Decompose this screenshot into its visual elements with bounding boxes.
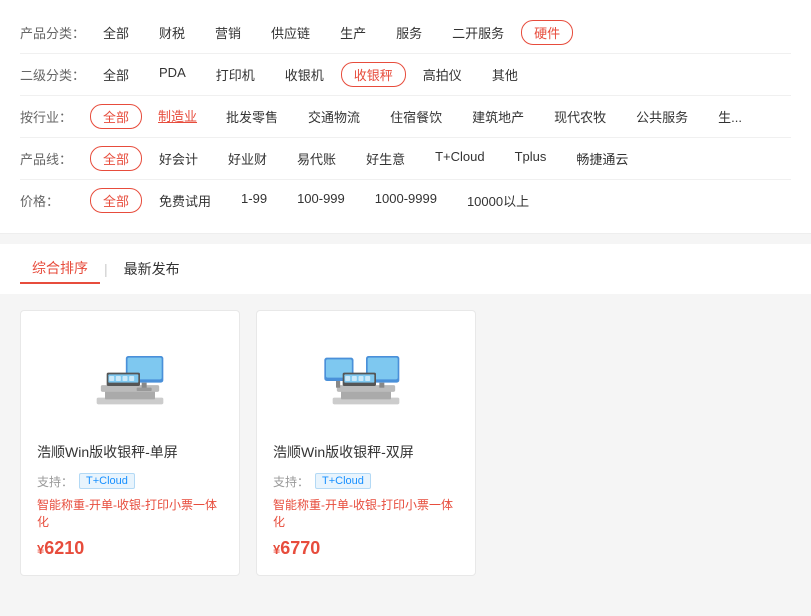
sub-printer[interactable]: 打印机 [203,62,268,87]
industry-agriculture[interactable]: 现代农牧 [541,104,619,129]
sort-comprehensive[interactable]: 综合排序 [20,254,100,284]
industry-transport[interactable]: 交通物流 [295,104,373,129]
product-price-1: ¥6210 [37,538,223,559]
industry-public[interactable]: 公共服务 [623,104,701,129]
support-badge-1: T+Cloud [79,473,135,489]
cat-production[interactable]: 生产 [327,20,379,45]
cat-tax[interactable]: 财税 [146,20,198,45]
price-items: 全部 免费试用 1-99 100-999 1000-9999 10000以上 [90,188,791,213]
cat-marketing[interactable]: 营销 [202,20,254,45]
product-svg-2 [316,336,416,426]
sub-category-row: 二级分类： 全部 PDA 打印机 收银机 收银秤 高拍仪 其他 [20,54,791,96]
product-price-2: ¥6770 [273,538,459,559]
amount-2: 6770 [280,538,320,558]
product-line-row: 产品线： 全部 好会计 好业财 易代账 好生意 T+Cloud Tplus 畅捷… [20,138,791,180]
sub-category-items: 全部 PDA 打印机 收银机 收银秤 高拍仪 其他 [90,62,791,87]
price-100-999[interactable]: 100-999 [284,188,358,213]
product-title-2: 浩顺Win版收银秤-双屏 [273,443,459,463]
sub-other[interactable]: 其他 [479,62,531,87]
cat-all[interactable]: 全部 [90,20,142,45]
line-all[interactable]: 全部 [90,146,142,171]
product-category-label: 产品分类： [20,23,90,42]
support-label-2: 支持： [273,473,309,490]
industry-all[interactable]: 全部 [90,104,142,129]
price-label: 价格： [20,191,90,210]
price-all[interactable]: 全部 [90,188,142,213]
price-10000-plus[interactable]: 10000以上 [454,188,542,213]
price-1-99[interactable]: 1-99 [228,188,280,213]
industry-construction[interactable]: 建筑地产 [459,104,537,129]
sub-cashier[interactable]: 收银机 [272,62,337,87]
line-tplus[interactable]: Tplus [502,146,560,171]
support-label-1: 支持： [37,473,73,490]
industry-items: 全部 制造业 批发零售 交通物流 住宿餐饮 建筑地产 现代农牧 公共服务 生..… [90,104,791,129]
sort-latest[interactable]: 最新发布 [112,255,192,283]
cat-supply[interactable]: 供应链 [258,20,323,45]
product-desc-1: 智能称重-开单-收银-打印小票一体化 [37,496,223,530]
product-image-2 [273,331,459,431]
cat-secondary[interactable]: 二开服务 [439,20,517,45]
product-card-1[interactable]: 浩顺Win版收银秤-单屏 支持： T+Cloud 智能称重-开单-收银-打印小票… [20,310,240,576]
industry-more[interactable]: 生... [705,104,755,129]
sub-pda[interactable]: PDA [146,62,199,87]
sub-category-label: 二级分类： [20,65,90,84]
product-support-1: 支持： T+Cloud [37,473,223,490]
line-bookkeeping[interactable]: 易代账 [284,146,349,171]
support-badge-2: T+Cloud [315,473,371,489]
product-desc-2: 智能称重-开单-收银-打印小票一体化 [273,496,459,530]
line-accounting[interactable]: 好会计 [146,146,211,171]
product-title-1: 浩顺Win版收银秤-单屏 [37,443,223,463]
product-support-2: 支持： T+Cloud [273,473,459,490]
product-image-1 [37,331,223,431]
cat-hardware[interactable]: 硬件 [521,20,573,45]
price-free[interactable]: 免费试用 [146,188,224,213]
filter-section: 产品分类： 全部 财税 营销 供应链 生产 服务 二开服务 硬件 二级分类： 全… [0,0,811,234]
sub-all[interactable]: 全部 [90,62,142,87]
sub-scanner[interactable]: 高拍仪 [410,62,475,87]
industry-row: 按行业： 全部 制造业 批发零售 交通物流 住宿餐饮 建筑地产 现代农牧 公共服… [20,96,791,138]
line-changjie[interactable]: 畅捷通云 [563,146,641,171]
industry-label: 按行业： [20,107,90,126]
industry-wholesale[interactable]: 批发零售 [213,104,291,129]
product-line-items: 全部 好会计 好业财 易代账 好生意 T+Cloud Tplus 畅捷通云 [90,146,791,171]
industry-manufacturing[interactable]: 制造业 [146,104,209,129]
sort-divider: | [100,261,112,277]
price-row: 价格： 全部 免费试用 1-99 100-999 1000-9999 10000… [20,180,791,221]
price-1000-9999[interactable]: 1000-9999 [362,188,450,213]
products-grid: 浩顺Win版收银秤-单屏 支持： T+Cloud 智能称重-开单-收银-打印小票… [0,294,811,592]
sort-bar: 综合排序 | 最新发布 [0,244,811,294]
line-business[interactable]: 好生意 [353,146,418,171]
product-svg-1 [80,336,180,426]
sub-cashier-scale[interactable]: 收银秤 [341,62,406,87]
product-category-items: 全部 财税 营销 供应链 生产 服务 二开服务 硬件 [90,20,791,45]
industry-hospitality[interactable]: 住宿餐饮 [377,104,455,129]
line-tcloud[interactable]: T+Cloud [422,146,498,171]
line-finance[interactable]: 好业财 [215,146,280,171]
product-line-label: 产品线： [20,149,90,168]
cat-service[interactable]: 服务 [383,20,435,45]
amount-1: 6210 [44,538,84,558]
product-card-2[interactable]: 浩顺Win版收银秤-双屏 支持： T+Cloud 智能称重-开单-收银-打印小票… [256,310,476,576]
product-category-row: 产品分类： 全部 财税 营销 供应链 生产 服务 二开服务 硬件 [20,12,791,54]
